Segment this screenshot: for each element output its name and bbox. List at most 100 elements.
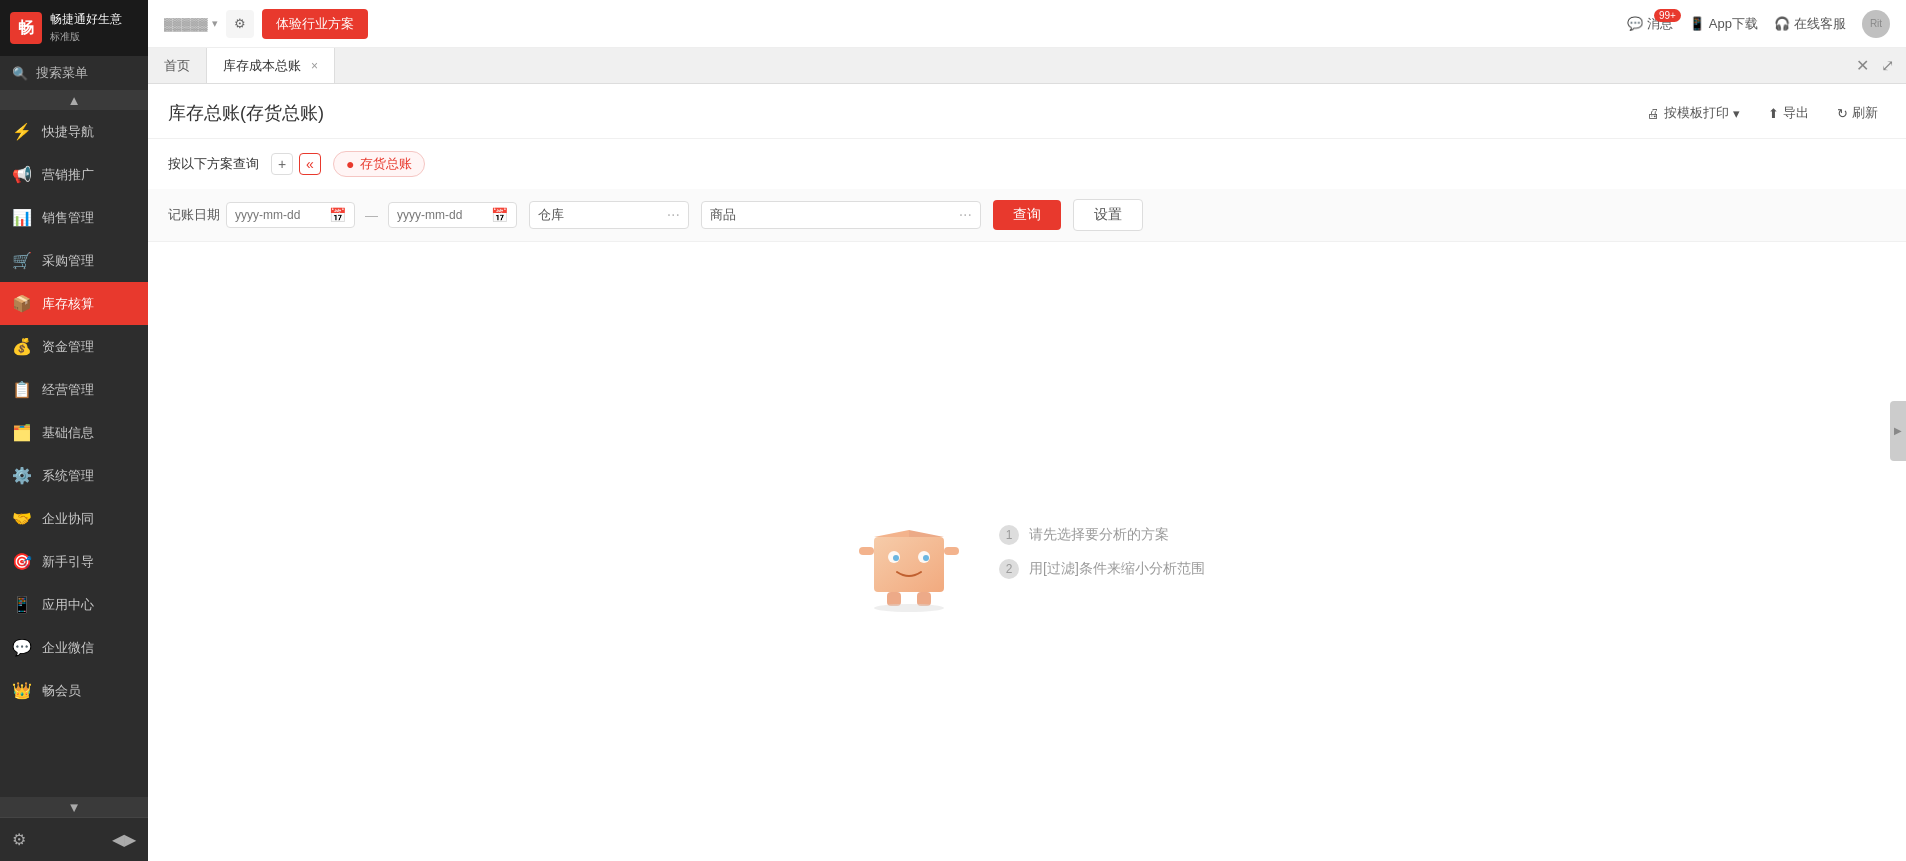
export-icon: ⬆ xyxy=(1768,106,1779,121)
sidebar-item-finance[interactable]: 💰 资金管理 xyxy=(0,325,148,368)
message-icon: 💬 xyxy=(1627,16,1643,31)
topbar-right: 💬 消息 99+ 📱 App下载 🎧 在线客服 Rit xyxy=(1627,10,1890,38)
app-name: 畅捷通好生意 xyxy=(50,12,122,28)
gear-icon: ⚙ xyxy=(234,16,246,31)
sidebar-item-inventory[interactable]: 📦 库存核算 xyxy=(0,282,148,325)
right-panel-toggle[interactable]: ▶ xyxy=(1890,401,1906,461)
filter-collapse-button[interactable]: « xyxy=(299,153,321,175)
message-badge: 99+ xyxy=(1654,9,1681,22)
calendar-end-icon[interactable]: 📅 xyxy=(491,207,508,223)
app-download-label: App下载 xyxy=(1709,15,1758,33)
query-button[interactable]: 查询 xyxy=(993,200,1061,230)
warehouse-selector[interactable]: 仓库 ··· xyxy=(529,201,689,229)
sidebar-item-purchase[interactable]: 🛒 采购管理 xyxy=(0,239,148,282)
sidebar-scroll-down[interactable]: ▼ xyxy=(0,797,148,817)
sidebar-item-wecom[interactable]: 💬 企业微信 xyxy=(0,626,148,669)
sidebar-item-system[interactable]: ⚙️ 系统管理 xyxy=(0,454,148,497)
tab-inventory-ledger[interactable]: 库存成本总账 × xyxy=(207,48,335,83)
export-button[interactable]: ⬆ 导出 xyxy=(1760,100,1817,126)
logo-icon: 畅 xyxy=(10,12,42,44)
sidebar-item-member[interactable]: 👑 畅会员 xyxy=(0,669,148,712)
page-actions: 🖨 按模板打印 ▾ ⬆ 导出 ↻ 刷新 xyxy=(1639,100,1886,126)
headset-icon: 🎧 xyxy=(1774,16,1790,31)
tab-home[interactable]: 首页 xyxy=(148,48,207,83)
inventory-icon: 📦 xyxy=(12,294,32,313)
print-button[interactable]: 🖨 按模板打印 ▾ xyxy=(1639,100,1748,126)
newguide-icon: 🎯 xyxy=(12,552,32,571)
svg-point-3 xyxy=(893,555,899,561)
operation-icon: 📋 xyxy=(12,380,32,399)
svg-point-9 xyxy=(874,604,944,612)
goods-more-icon[interactable]: ··· xyxy=(959,206,972,224)
sidebar: 畅 畅捷通好生意 标准版 🔍 搜索菜单 ▲ ⚡ 快捷导航 📢 营销推广 📊 销售… xyxy=(0,0,148,861)
main-area: ▓▓▓▓▓ ▾ ⚙ 体验行业方案 💬 消息 99+ 📱 App下载 🎧 在线客服 xyxy=(148,0,1906,861)
settings-button[interactable]: ⚙ xyxy=(226,10,254,38)
filter-actions: + « xyxy=(271,153,321,175)
quick-nav-icon: ⚡ xyxy=(12,122,32,141)
svg-rect-8 xyxy=(917,592,931,606)
warehouse-label: 仓库 xyxy=(538,206,663,224)
warehouse-more-icon[interactable]: ··· xyxy=(667,206,680,224)
user-selector[interactable]: ▓▓▓▓▓ ▾ xyxy=(164,17,218,31)
basic-icon: 🗂️ xyxy=(12,423,32,442)
sidebar-item-newguide[interactable]: 🎯 新手引导 xyxy=(0,540,148,583)
sidebar-item-label: 销售管理 xyxy=(42,209,94,227)
app-download-button[interactable]: 📱 App下载 xyxy=(1689,15,1758,33)
sidebar-item-appcenter[interactable]: 📱 应用中心 xyxy=(0,583,148,626)
appcenter-icon: 📱 xyxy=(12,595,32,614)
empty-illustration xyxy=(849,492,969,612)
sidebar-item-quick-nav[interactable]: ⚡ 快捷导航 xyxy=(0,110,148,153)
chevron-right-icon: ▶ xyxy=(1894,425,1902,436)
date-end-textbox[interactable] xyxy=(397,208,487,222)
goods-label: 商品 xyxy=(710,206,955,224)
page-title: 库存总账(存货总账) xyxy=(168,101,324,125)
filter-label: 按以下方案查询 xyxy=(168,155,259,173)
message-button[interactable]: 💬 消息 99+ xyxy=(1627,15,1673,33)
sales-icon: 📊 xyxy=(12,208,32,227)
logo-text-block: 畅捷通好生意 标准版 xyxy=(50,12,122,44)
sidebar-scroll-up[interactable]: ▲ xyxy=(0,90,148,110)
sidebar-item-label: 采购管理 xyxy=(42,252,94,270)
date-field: 记账日期 📅 — 📅 xyxy=(168,202,517,228)
enterprise-icon: 🤝 xyxy=(12,509,32,528)
date-end-input[interactable]: 📅 xyxy=(388,202,517,228)
system-icon: ⚙️ xyxy=(12,466,32,485)
sidebar-item-basic[interactable]: 🗂️ 基础信息 xyxy=(0,411,148,454)
svg-rect-5 xyxy=(859,547,874,555)
online-service-button[interactable]: 🎧 在线客服 xyxy=(1774,15,1846,33)
sidebar-item-label: 企业微信 xyxy=(42,639,94,657)
date-start-textbox[interactable] xyxy=(235,208,325,222)
print-icon: 🖨 xyxy=(1647,106,1660,121)
wecom-icon: 💬 xyxy=(12,638,32,657)
sidebar-item-label: 经营管理 xyxy=(42,381,94,399)
filter-add-button[interactable]: + xyxy=(271,153,293,175)
empty-tip-2: 2 用[过滤]条件来缩小分析范围 xyxy=(999,559,1205,579)
sidebar-item-enterprise[interactable]: 🤝 企业协同 xyxy=(0,497,148,540)
search-menu[interactable]: 🔍 搜索菜单 xyxy=(0,56,148,90)
settings-button[interactable]: 设置 xyxy=(1073,199,1143,231)
refresh-button[interactable]: ↻ 刷新 xyxy=(1829,100,1886,126)
refresh-label: 刷新 xyxy=(1852,104,1878,122)
sidebar-item-marketing[interactable]: 📢 营销推广 xyxy=(0,153,148,196)
sidebar-item-operation[interactable]: 📋 经营管理 xyxy=(0,368,148,411)
goods-selector[interactable]: 商品 ··· xyxy=(701,201,981,229)
date-label: 记账日期 xyxy=(168,206,220,224)
date-start-input[interactable]: 📅 xyxy=(226,202,355,228)
app-badge: 标准版 xyxy=(50,30,122,44)
tab-close-all-icon[interactable]: ✕ xyxy=(1852,52,1873,79)
filter-scheme-area: 按以下方案查询 + « ● 存货总账 xyxy=(148,139,1906,189)
calendar-start-icon[interactable]: 📅 xyxy=(329,207,346,223)
filter-scheme-tag[interactable]: ● 存货总账 xyxy=(333,151,425,177)
svg-rect-0 xyxy=(874,537,944,592)
fold-icon[interactable]: ◀▶ xyxy=(112,830,136,849)
industry-solution-button[interactable]: 体验行业方案 xyxy=(262,9,368,39)
user-avatar[interactable]: Rit xyxy=(1862,10,1890,38)
settings-icon[interactable]: ⚙ xyxy=(12,830,26,849)
sidebar-item-sales[interactable]: 📊 销售管理 xyxy=(0,196,148,239)
tab-expand-icon[interactable]: ⤢ xyxy=(1877,52,1898,79)
tip-num-1: 1 xyxy=(999,525,1019,545)
tab-close-icon[interactable]: × xyxy=(311,59,318,73)
scheme-label: 存货总账 xyxy=(360,155,412,173)
sidebar-footer: ⚙ ◀▶ xyxy=(0,817,148,861)
sidebar-item-label: 应用中心 xyxy=(42,596,94,614)
